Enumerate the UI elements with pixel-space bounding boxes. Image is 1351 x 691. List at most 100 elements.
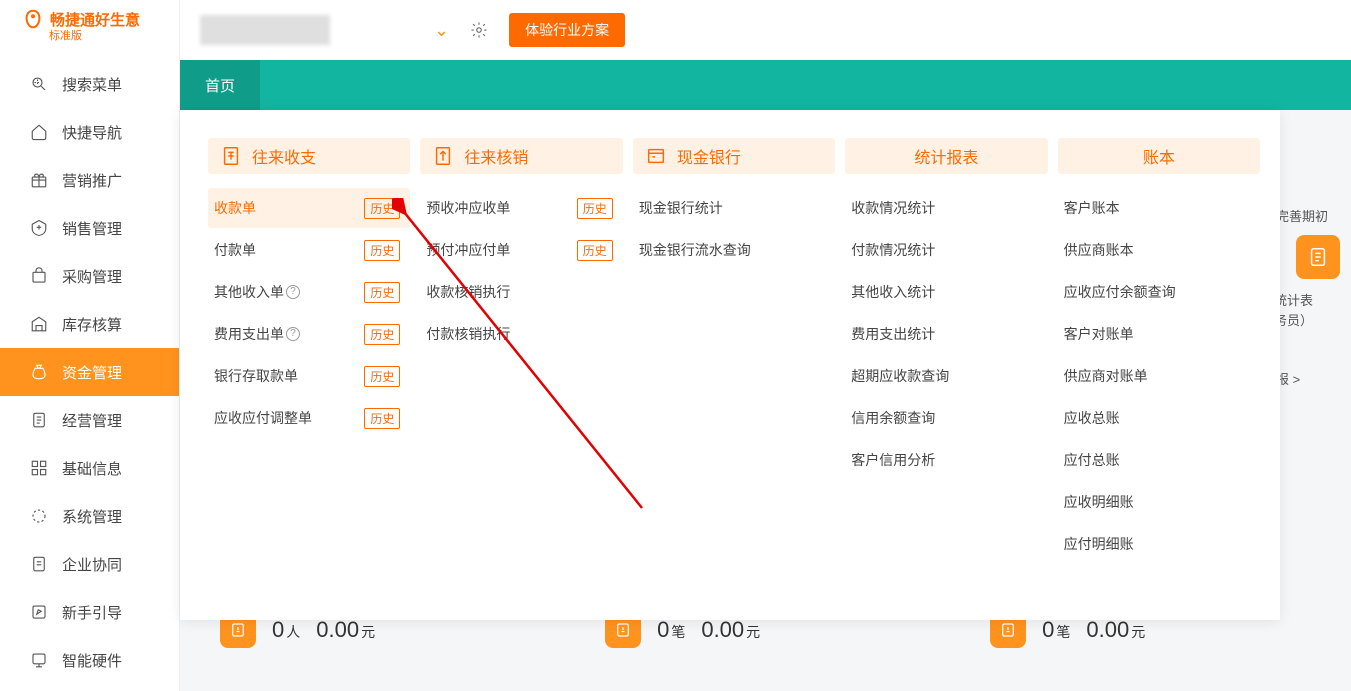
mega-item-prerecv-offset[interactable]: 预收冲应收单 历史 (420, 188, 622, 228)
history-badge[interactable]: 历史 (364, 198, 400, 219)
tabbar: 首页 (180, 60, 1351, 110)
mega-item-pay-stats[interactable]: 付款情况统计 (845, 230, 1047, 270)
sidebar-item-search[interactable]: 搜索菜单 (0, 60, 179, 108)
sidebar-item-system[interactable]: 系统管理 (0, 492, 179, 540)
sidebar-item-collab[interactable]: 企业协同 (0, 540, 179, 588)
mega-col-header: 统计报表 (845, 138, 1047, 174)
grid-icon (30, 459, 48, 477)
cta-button[interactable]: 体验行业方案 (509, 13, 625, 47)
sidebar-item-operations[interactable]: 经营管理 (0, 396, 179, 444)
sidebar-item-hardware[interactable]: 智能硬件 (0, 636, 179, 684)
sidebar-item-label: 资金管理 (62, 362, 122, 383)
moneybag-icon (30, 363, 48, 381)
mega-col-ledger: 账本 客户账本 供应商账本 应收应付余额查询 客户对账单 供应商对账单 应收总账… (1058, 138, 1260, 620)
mega-item-expense[interactable]: 费用支出单?历史 (208, 314, 410, 354)
sidebar-item-label: 采购管理 (62, 266, 122, 287)
history-badge[interactable]: 历史 (364, 240, 400, 261)
mega-item-label: 收款核销执行 (426, 282, 510, 302)
mega-item-label: 应收总账 (1064, 408, 1120, 428)
mega-item-label: 付款单 (214, 240, 256, 260)
mega-item-prepay-offset[interactable]: 预付冲应付单 历史 (420, 230, 622, 270)
sidebar-item-label: 销售管理 (62, 218, 122, 239)
mega-item-cashbank-flow[interactable]: 现金银行流水查询 (633, 230, 835, 270)
mega-item-recv-stats[interactable]: 收款情况统计 (845, 188, 1047, 228)
mega-item-payment-bill[interactable]: 付款单 历史 (208, 230, 410, 270)
mega-item-expense-stats[interactable]: 费用支出统计 (845, 314, 1047, 354)
sidebar-item-marketing[interactable]: 营销推广 (0, 156, 179, 204)
sidebar-item-label: 营销推广 (62, 170, 122, 191)
mega-item-recv-writeoff-exec[interactable]: 收款核销执行 (420, 272, 622, 312)
history-badge[interactable]: 历史 (364, 324, 400, 345)
mega-item-otherincome-stats[interactable]: 其他收入统计 (845, 272, 1047, 312)
mega-item-label: 银行存取款单 (214, 366, 298, 386)
mega-item-ap-general[interactable]: 应付总账 (1058, 440, 1260, 480)
sidebar-item-label: 快捷导航 (62, 122, 122, 143)
history-badge[interactable]: 历史 (577, 198, 613, 219)
sidebar-item-purchase[interactable]: 采购管理 (0, 252, 179, 300)
mega-item-label: 费用支出统计 (851, 324, 935, 344)
history-badge[interactable]: 历史 (577, 240, 613, 261)
sidebar-item-guide[interactable]: 新手引导 (0, 588, 179, 636)
invoice-icon (432, 145, 454, 167)
sidebar-item-funds[interactable]: 资金管理 (0, 348, 179, 396)
mega-item-receipt-bill[interactable]: 收款单 历史 (208, 188, 410, 228)
mega-item-arap-balance[interactable]: 应收应付余额查询 (1058, 272, 1260, 312)
logo-text: 畅捷通好生意 (50, 9, 140, 30)
mega-item-credit-balance[interactable]: 信用余额查询 (845, 398, 1047, 438)
circle-dashed-icon (30, 507, 48, 525)
history-badge[interactable]: 历史 (364, 282, 400, 303)
receipt-icon (220, 145, 242, 167)
tab-home[interactable]: 首页 (180, 60, 260, 110)
topbar: ⌄ 体验行业方案 (180, 0, 1351, 60)
gear-icon[interactable] (467, 18, 491, 42)
sidebar-item-label: 系统管理 (62, 506, 122, 527)
history-badge[interactable]: 历史 (364, 366, 400, 387)
mega-item-label: 其他收入单? (214, 282, 300, 302)
sidebar-item-label: 库存核算 (62, 314, 122, 335)
mega-item-customer-ledger[interactable]: 客户账本 (1058, 188, 1260, 228)
mega-item-credit-analysis[interactable]: 客户信用分析 (845, 440, 1047, 480)
mega-col-receipts: 往来收支 收款单历史 付款单历史 其他收入单?历史 费用支出单?历史 银行存取款… (208, 138, 410, 620)
list-icon (30, 555, 48, 573)
mega-item-supplier-statement[interactable]: 供应商对账单 (1058, 356, 1260, 396)
mega-item-other-income[interactable]: 其他收入单? 历史 (208, 272, 410, 312)
mega-item-label: 现金银行流水查询 (639, 240, 751, 260)
mega-item-label: 付款核销执行 (426, 324, 510, 344)
mega-item-label: 预付冲应付单 (426, 240, 510, 260)
sidebar-item-label: 基础信息 (62, 458, 122, 479)
floating-doc-icon[interactable] (1296, 235, 1340, 279)
search-icon (30, 75, 48, 93)
mega-item-bank-transfer[interactable]: 银行存取款单 历史 (208, 356, 410, 396)
mega-item-label: 现金银行统计 (639, 198, 723, 218)
mega-col-title: 往来收支 (252, 144, 316, 168)
gift-icon (30, 171, 48, 189)
mega-item-ar-detail[interactable]: 应收明细账 (1058, 482, 1260, 522)
mega-item-pay-writeoff-exec[interactable]: 付款核销执行 (420, 314, 622, 354)
mega-item-label: 收款单 (214, 198, 256, 218)
mega-item-label: 其他收入统计 (851, 282, 935, 302)
mega-col-writeoff: 往来核销 预收冲应收单历史 预付冲应付单历史 收款核销执行 付款核销执行 (420, 138, 622, 620)
sidebar-item-inventory[interactable]: 库存核算 (0, 300, 179, 348)
home-icon (30, 123, 48, 141)
mega-item-cashbank-stats[interactable]: 现金银行统计 (633, 188, 835, 228)
mega-col-header: 往来核销 (420, 138, 622, 174)
sidebar-item-quicknav[interactable]: 快捷导航 (0, 108, 179, 156)
mega-item-supplier-ledger[interactable]: 供应商账本 (1058, 230, 1260, 270)
help-icon[interactable]: ? (286, 327, 300, 341)
mega-item-ap-detail[interactable]: 应付明细账 (1058, 524, 1260, 564)
sidebar-item-basedata[interactable]: 基础信息 (0, 444, 179, 492)
logo-icon (22, 8, 44, 30)
mega-item-label: 预收冲应收单 (426, 198, 510, 218)
help-icon[interactable]: ? (286, 285, 300, 299)
sidebar-item-label: 经营管理 (62, 410, 122, 431)
sidebar-item-sales[interactable]: 销售管理 (0, 204, 179, 252)
history-badge[interactable]: 历史 (364, 408, 400, 429)
mega-item-customer-statement[interactable]: 客户对账单 (1058, 314, 1260, 354)
mega-item-ar-general[interactable]: 应收总账 (1058, 398, 1260, 438)
mega-item-overdue-recv[interactable]: 超期应收款查询 (845, 356, 1047, 396)
mega-item-label: 供应商账本 (1064, 240, 1134, 260)
mega-menu: 往来收支 收款单历史 付款单历史 其他收入单?历史 费用支出单?历史 银行存取款… (180, 110, 1280, 620)
mega-col-reports: 统计报表 收款情况统计 付款情况统计 其他收入统计 费用支出统计 超期应收款查询… (845, 138, 1047, 620)
mega-item-ar-ap-adjust[interactable]: 应收应付调整单历史 (208, 398, 410, 438)
mega-item-label: 信用余额查询 (851, 408, 935, 428)
